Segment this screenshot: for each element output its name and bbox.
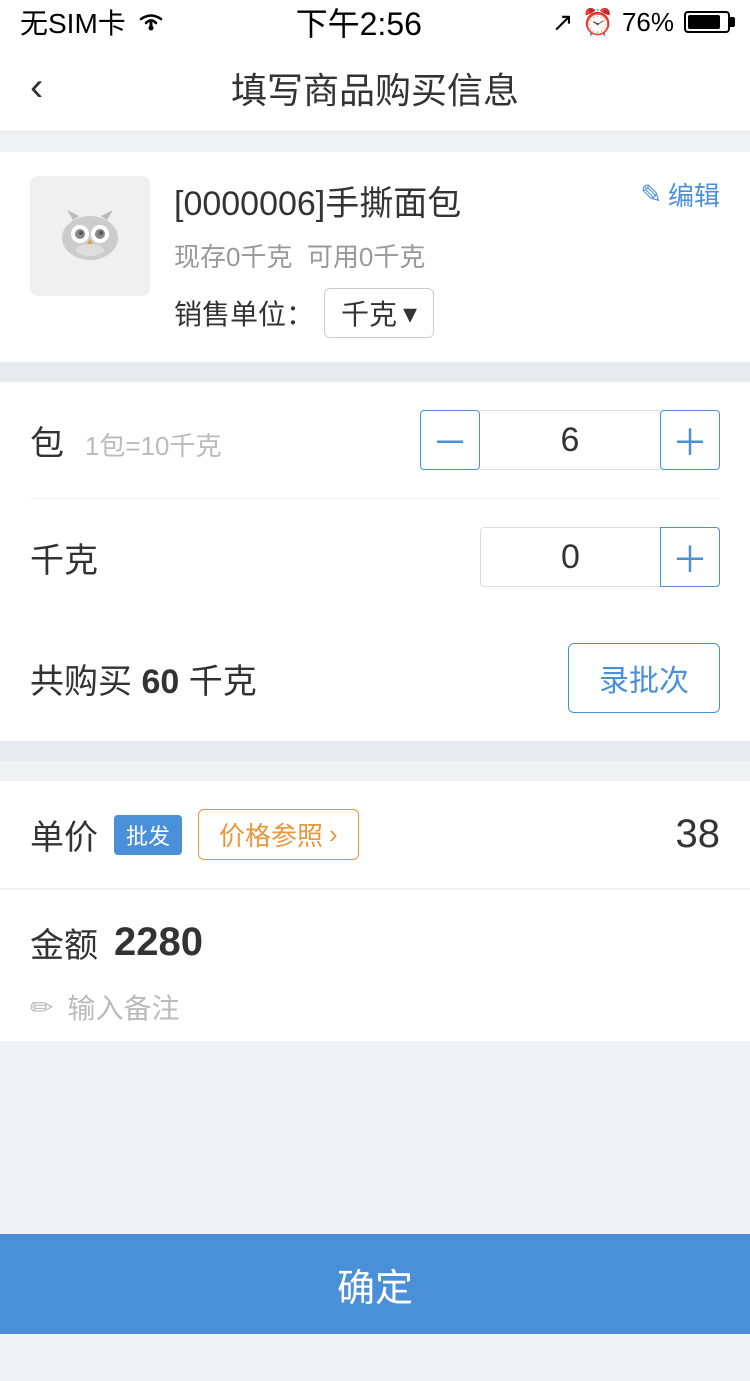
price-left: 单价 批发 价格参照 › [30,809,359,860]
product-name: [0000006]手撕面包 [174,176,720,225]
edit-label: 编辑 [668,176,720,213]
confirm-label: 确定 [337,1257,413,1312]
amount-value: 2280 [114,920,203,965]
kg-qty-input[interactable] [480,527,660,587]
note-row[interactable]: ✏ 输入备注 [30,987,720,1027]
battery-icon [684,11,730,33]
bao-qty-input[interactable] [480,410,660,470]
bao-increment-button[interactable]: ＋ [660,410,720,470]
page-title: 填写商品购买信息 [231,62,519,114]
price-ref-arrow-icon: › [329,819,338,850]
status-left: 无SIM卡 [20,2,166,42]
unit-label: 销售单位： [174,293,314,333]
product-unit-row: 销售单位： 千克 ▾ [174,288,720,338]
bao-sublabel: 1包=10千克 [85,431,222,461]
unit-arrow-icon: ▾ [403,297,417,330]
location-icon: ↗ [552,7,574,38]
battery-percent: 76% [622,7,674,38]
quantity-section: 包 1包=10千克 － ＋ 千克 ＋ [0,382,750,615]
status-time: 下午2:56 [296,0,422,45]
price-label: 单价 [30,810,98,859]
price-ref-label: 价格参照 [219,816,323,853]
kg-qty-control: ＋ [480,527,720,587]
bao-qty-row: 包 1包=10千克 － ＋ [30,382,720,499]
kg-label-group: 千克 [30,533,98,582]
wifi-icon [136,6,166,38]
divider-2 [0,741,750,761]
total-value: 60 [141,663,188,701]
product-image [30,176,150,296]
price-ref-button[interactable]: 价格参照 › [198,809,359,860]
alarm-icon: ⏰ [582,7,614,38]
divider-1 [0,362,750,382]
status-bar: 无SIM卡 下午2:56 ↗ ⏰ 76% [0,0,750,44]
amount-section: 金额 2280 ✏ 输入备注 [0,890,750,1041]
bao-label-group: 包 1包=10千克 [30,416,221,465]
pencil-icon: ✏ [30,991,53,1024]
product-card: [0000006]手撕面包 现存0千克 可用0千克 销售单位： 千克 ▾ ✎ 编… [0,152,750,362]
kg-qty-row: 千克 ＋ [30,499,720,615]
carrier-label: 无SIM卡 [20,2,126,42]
price-section: 单价 批发 价格参照 › 38 [0,781,750,888]
edit-icon: ✎ [640,179,662,210]
amount-label: 金额 [30,918,98,967]
total-text: 共购买 60 千克 [30,654,257,703]
price-type-badge: 批发 [114,815,182,855]
status-right: ↗ ⏰ 76% [552,7,730,38]
unit-select[interactable]: 千克 ▾ [324,288,434,338]
product-stock: 现存0千克 可用0千克 [174,237,720,274]
unit-value: 千克 [341,293,397,333]
bao-qty-control: － ＋ [420,410,720,470]
batch-button[interactable]: 录批次 [568,643,720,713]
edit-button[interactable]: ✎ 编辑 [640,176,720,213]
amount-row: 金额 2280 [30,918,720,967]
price-value: 38 [676,812,721,857]
total-section: 共购买 60 千克 录批次 [0,615,750,741]
back-button[interactable]: ‹ [30,65,43,110]
confirm-button[interactable]: 确定 [0,1234,750,1334]
product-info: [0000006]手撕面包 现存0千克 可用0千克 销售单位： 千克 ▾ [174,176,720,338]
header: ‹ 填写商品购买信息 [0,44,750,132]
bao-decrement-button[interactable]: － [420,410,480,470]
bao-label: 包 [30,425,64,463]
kg-increment-button[interactable]: ＋ [660,527,720,587]
note-label: 输入备注 [67,987,179,1027]
kg-label: 千克 [30,542,98,580]
